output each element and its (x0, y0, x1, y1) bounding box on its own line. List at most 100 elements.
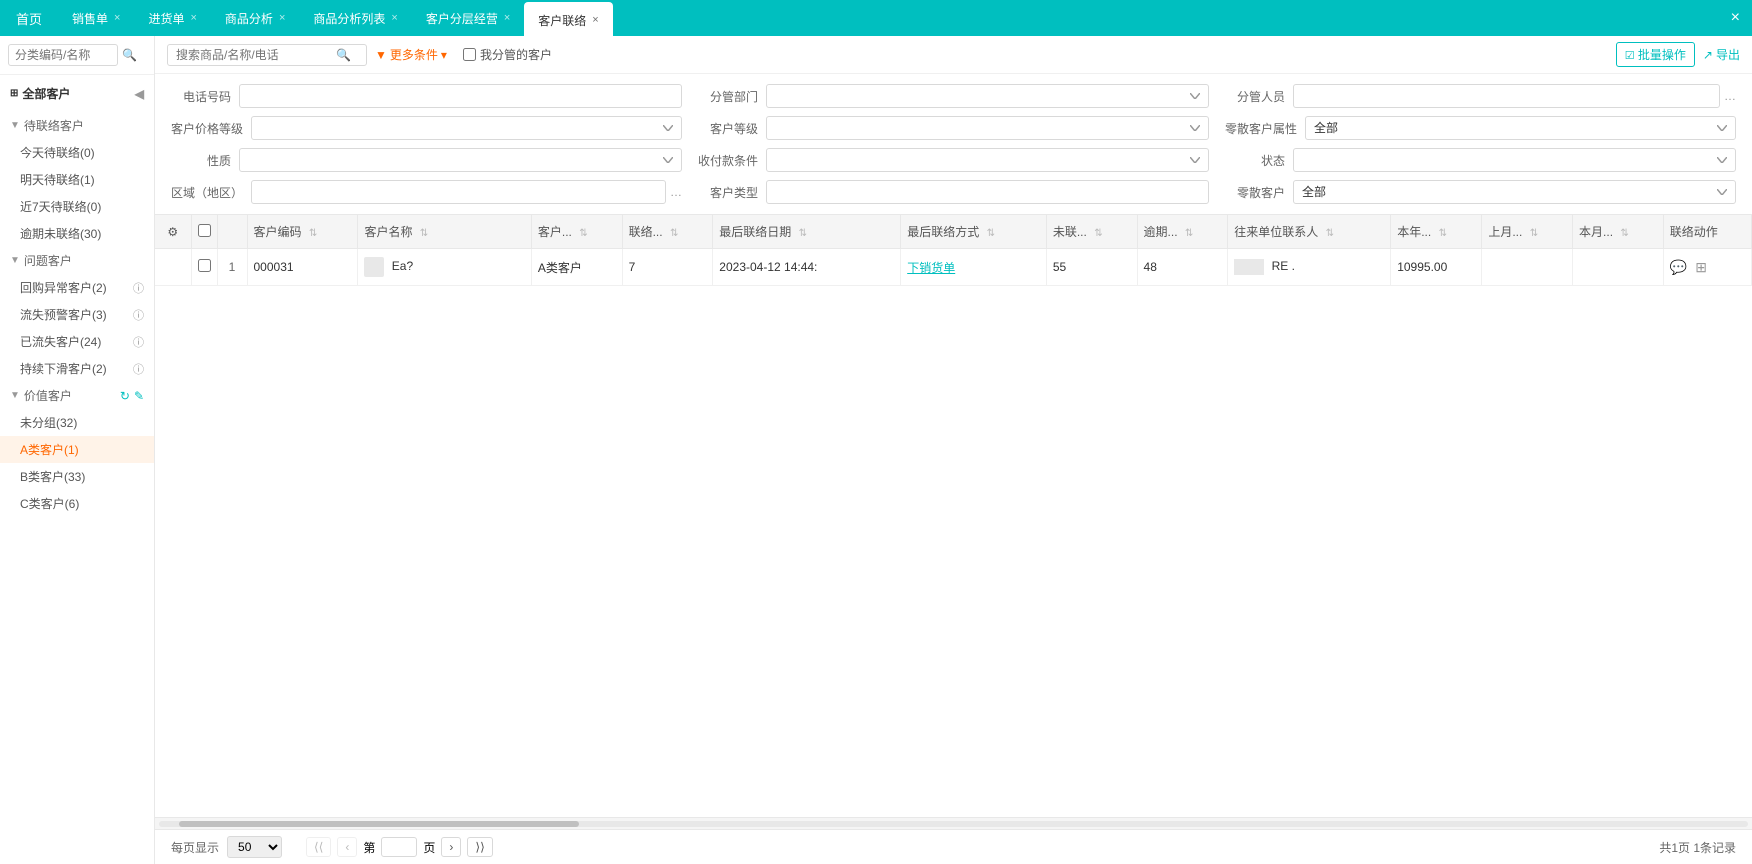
region-label: 区域（地区） (171, 184, 243, 201)
close-sales-icon[interactable]: × (114, 12, 120, 24)
person-dots-icon[interactable]: … (1724, 89, 1736, 103)
nav-tab-customer-contact[interactable]: 客户联络 × (524, 2, 612, 38)
sort-nocontact-icon[interactable]: ⇅ (1094, 228, 1102, 239)
filter-search-icon[interactable]: 🔍 (336, 48, 351, 62)
cust-type-input[interactable] (766, 180, 1209, 204)
my-customers-checkbox[interactable]: 我分管的客户 (463, 46, 552, 63)
page-size-label: 每页显示 (171, 839, 219, 856)
settings-icon[interactable]: ⚙ (167, 225, 178, 239)
nature-select[interactable] (239, 148, 682, 172)
my-customers-check[interactable] (463, 48, 476, 61)
total-info: 共1页 1条记录 (1659, 839, 1736, 856)
payment-select[interactable] (766, 148, 1209, 172)
chat-icon[interactable]: 💬 (1670, 259, 1687, 276)
retail-attr-select[interactable]: 全部 (1305, 116, 1736, 140)
sidebar-item-churned[interactable]: 已流失客户(24) ⓘ (0, 328, 154, 355)
sort-tmonth-icon[interactable]: ⇅ (1620, 228, 1628, 239)
nav-tab-purchase[interactable]: 进货单 × (134, 0, 210, 36)
nav-tab-analysis[interactable]: 商品分析 × (211, 0, 299, 36)
export-icon: ↗ (1703, 48, 1713, 62)
sidebar-group-value[interactable]: ▼ 价值客户 ↻ ✎ (0, 382, 154, 409)
sidebar-item-today[interactable]: 今天待联络(0) (0, 139, 154, 166)
prev-page-btn[interactable]: ‹ (337, 837, 357, 857)
info-icon3: ⓘ (133, 334, 144, 350)
sidebar-item-class-b[interactable]: B类客户(33) (0, 463, 154, 490)
sort-code-icon[interactable]: ⇅ (309, 228, 317, 239)
select-all-checkbox[interactable] (198, 224, 211, 237)
row-this-month (1573, 249, 1664, 286)
sort-date-icon[interactable]: ⇅ (799, 228, 807, 239)
sidebar-item-unclassified[interactable]: 未分组(32) (0, 409, 154, 436)
filter-more-btn[interactable]: ▼ 更多条件 ▾ (375, 46, 447, 63)
filter-row-payment: 收付款条件 (698, 148, 1209, 172)
sidebar-item-class-c[interactable]: C类客户(6) (0, 490, 154, 517)
sidebar-group-pending[interactable]: ▼ 待联络客户 (0, 112, 154, 139)
price-level-label: 客户价格等级 (171, 120, 243, 137)
sort-overdue-icon[interactable]: ⇅ (1185, 228, 1193, 239)
next-page-btn[interactable]: › (441, 837, 461, 857)
last-method-link[interactable]: 下销货单 (907, 261, 955, 275)
sidebar-item-overdue[interactable]: 逾期未联络(30) (0, 220, 154, 247)
sort-unit-icon[interactable]: ⇅ (1326, 228, 1334, 239)
sort-lmonth-icon[interactable]: ⇅ (1530, 228, 1538, 239)
last-page-btn[interactable]: ⟩⟩ (467, 837, 492, 857)
nav-tab-customer-segment[interactable]: 客户分层经营 × (412, 0, 524, 36)
status-select[interactable] (1293, 148, 1736, 172)
col-settings[interactable]: ⚙ (155, 215, 191, 249)
row-checkbox[interactable] (198, 259, 211, 272)
sidebar-collapse-icon[interactable]: ◀ (135, 87, 144, 101)
retail-select[interactable]: 全部 (1293, 180, 1736, 204)
close-all-icon[interactable]: × (1731, 9, 1740, 26)
sidebar-item-declining[interactable]: 持续下滑客户(2) ⓘ (0, 355, 154, 382)
region-input[interactable] (251, 180, 666, 204)
bottom-bar: 每页显示 20 50 100 200 ⟨⟨ ‹ 第 1 页 › ⟩⟩ 共1页 1… (155, 829, 1752, 864)
close-analysis-list-icon[interactable]: × (391, 12, 397, 24)
page-size-select[interactable]: 20 50 100 200 (227, 836, 282, 858)
sort-method-icon[interactable]: ⇅ (987, 228, 995, 239)
sidebar-all-customers[interactable]: ⊞ 全部客户 ◀ (0, 79, 154, 108)
page-input[interactable]: 1 (381, 837, 417, 857)
refresh-icon[interactable]: ↻ (120, 389, 130, 403)
close-contact-icon[interactable]: × (592, 14, 598, 26)
sidebar-search-icon[interactable]: 🔍 (122, 48, 137, 62)
col-last-method: 最后联络方式 ⇅ (901, 215, 1047, 249)
cust-level-select[interactable] (766, 116, 1209, 140)
first-page-btn[interactable]: ⟨⟨ (306, 837, 331, 857)
scrollbar-thumb[interactable] (179, 821, 579, 827)
sidebar-item-class-a[interactable]: A类客户(1) (0, 436, 154, 463)
sort-contact-icon[interactable]: ⇅ (670, 228, 678, 239)
table-row: 1 000031 Ea? A类客户 7 2023-04-12 14:44: 下销… (155, 249, 1752, 286)
edit-value-icon[interactable]: ✎ (134, 389, 144, 403)
sidebar-item-tomorrow[interactable]: 明天待联络(1) (0, 166, 154, 193)
export-btn[interactable]: ↗ 导出 (1703, 46, 1740, 63)
sort-name-icon[interactable]: ⇅ (420, 228, 428, 239)
dept-select[interactable] (766, 84, 1209, 108)
sort-year-icon[interactable]: ⇅ (1439, 228, 1447, 239)
nav-close-all[interactable]: × (1731, 9, 1752, 27)
close-analysis-icon[interactable]: × (279, 12, 285, 24)
nav-home[interactable]: 首页 (0, 0, 58, 36)
price-level-select[interactable] (251, 116, 682, 140)
col-name: 客户名称 ⇅ (358, 215, 531, 249)
retail-attr-label: 零散客户属性 (1225, 120, 1297, 137)
nav-tab-analysis-list[interactable]: 商品分析列表 × (299, 0, 411, 36)
sidebar-item-churn-warning[interactable]: 流失预警客户(3) ⓘ (0, 301, 154, 328)
sidebar-item-repurchase[interactable]: 回购异常客户(2) ⓘ (0, 274, 154, 301)
horizontal-scrollbar[interactable] (155, 817, 1752, 829)
close-segment-icon[interactable]: × (504, 12, 510, 24)
region-dots-icon[interactable]: … (670, 185, 682, 199)
sidebar-search-input[interactable] (8, 44, 118, 66)
sidebar-group-problem[interactable]: ▼ 问题客户 (0, 247, 154, 274)
nav-tab-sales[interactable]: 销售单 × (58, 0, 134, 36)
sort-type-icon[interactable]: ⇅ (579, 228, 587, 239)
col-seq (217, 215, 247, 249)
batch-op-btn[interactable]: ☑ 批量操作 (1616, 42, 1695, 67)
close-purchase-icon[interactable]: × (190, 12, 196, 24)
filter-search-input[interactable] (176, 48, 336, 62)
connect-icon[interactable]: ⊞ (1695, 259, 1707, 276)
row-no-contact: 55 (1046, 249, 1137, 286)
col-type: 客户... ⇅ (531, 215, 622, 249)
sidebar-item-7days[interactable]: 近7天待联络(0) (0, 193, 154, 220)
person-input[interactable] (1293, 84, 1720, 108)
phone-input[interactable] (239, 84, 682, 108)
